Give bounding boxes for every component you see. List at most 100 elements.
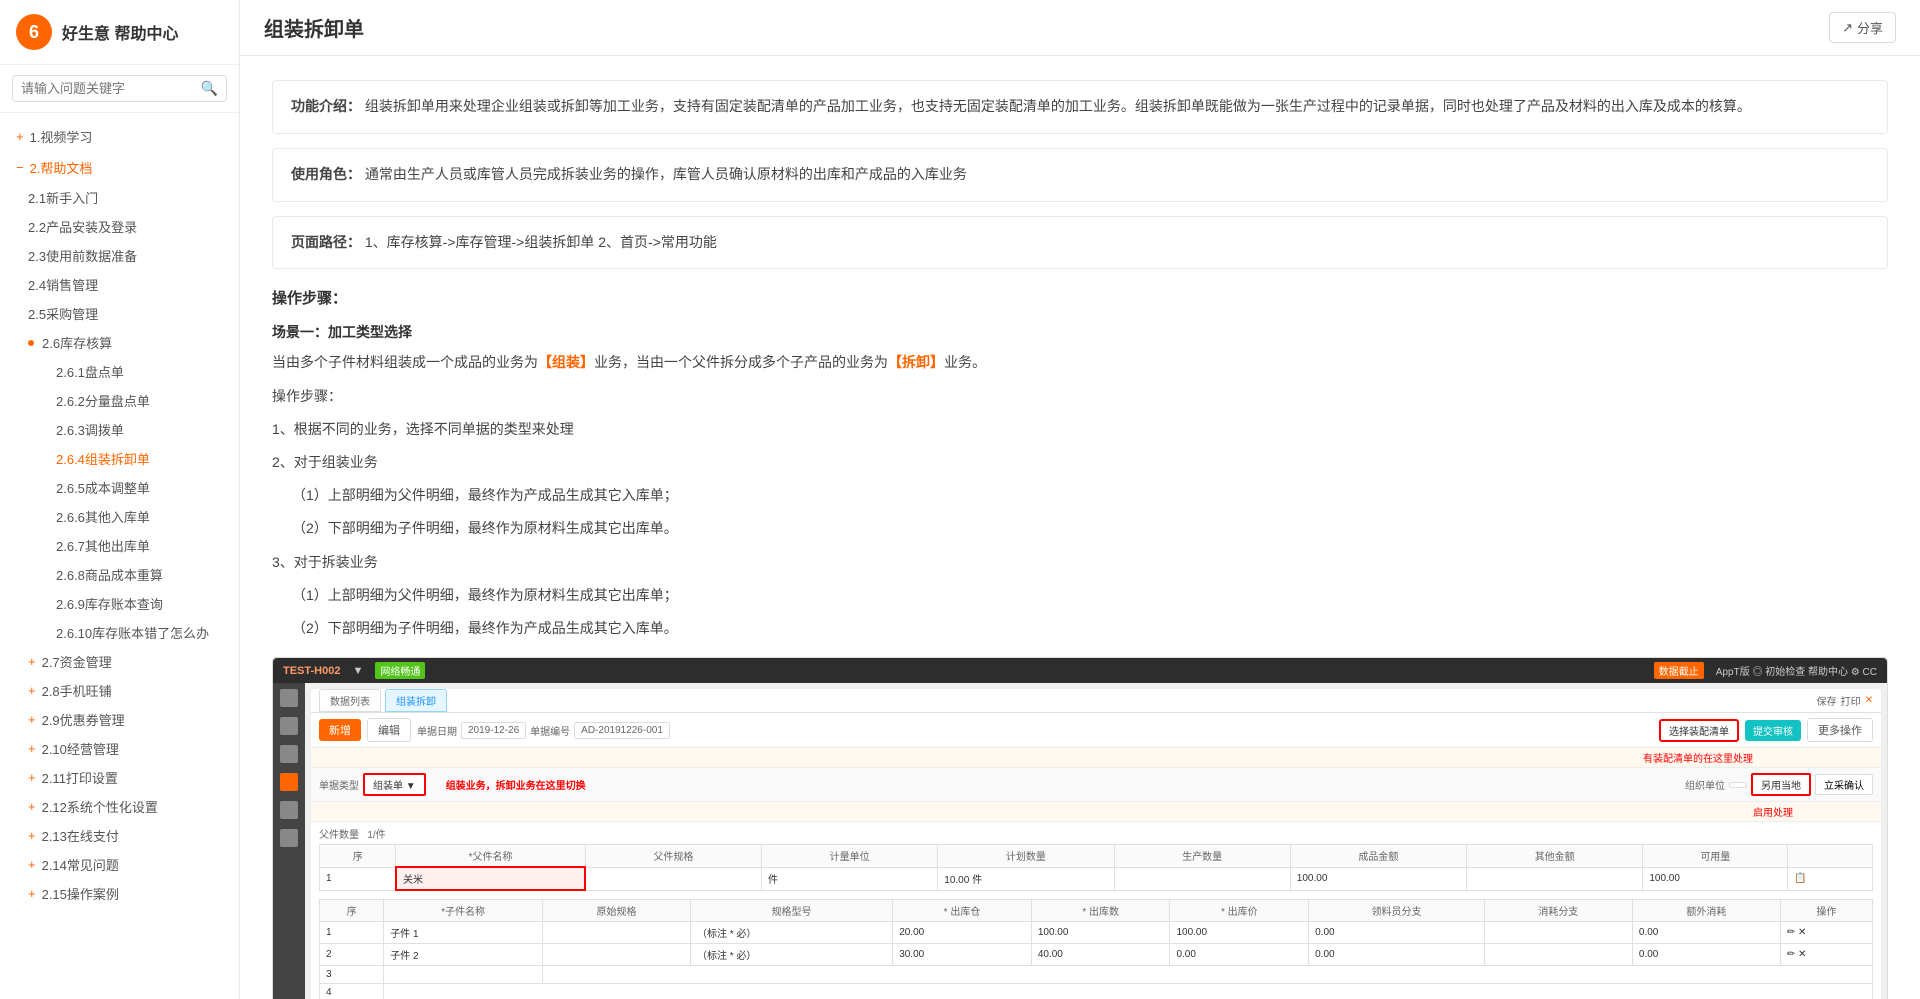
- mock-label-type: 单据类型: [319, 777, 359, 792]
- mock-upper-td-spec: [585, 867, 761, 890]
- mock-upper-td-unit: 件: [762, 867, 938, 890]
- mock-lrow1-6: 100.00: [1170, 922, 1309, 944]
- sidebar-item-2-3[interactable]: 2.3使用前数据准备: [28, 241, 239, 270]
- sidebar-item-2-6-4[interactable]: 2.6.4组装拆卸单: [56, 444, 239, 473]
- mock-yunyong: 另用当地: [1751, 773, 1811, 796]
- sidebar-item-2-13-label: 2.13在线支付: [42, 826, 119, 845]
- logo-area: 6 好生意 帮助中心: [0, 0, 239, 65]
- sidebar-item-2-12[interactable]: + 2.12系统个性化设置: [28, 792, 239, 821]
- mock-btn-more[interactable]: 更多操作: [1807, 718, 1873, 742]
- sidebar-item-2-13[interactable]: + 2.13在线支付: [28, 821, 239, 850]
- mock-lth-9: 额外消耗: [1632, 900, 1780, 922]
- mock-btn-confirm[interactable]: 立采确认: [1815, 774, 1873, 795]
- mock-lrow1-8: [1484, 922, 1632, 944]
- mock-lrow1-5: 100.00: [1031, 922, 1170, 944]
- mock-date-val: 2019-12-26: [461, 722, 526, 739]
- step3: 3、对于拆装业务: [272, 550, 1888, 575]
- mock-right-controls: 选择装配清单 提交审核 更多操作: [1659, 718, 1873, 742]
- mock-lrow1-9: 0.00: [1632, 922, 1780, 944]
- sidebar-item-2-1[interactable]: 2.1新手入门: [28, 183, 239, 212]
- sidebar-item-2-6-10-label: 2.6.10库存账本错了怎么办: [56, 623, 209, 642]
- sidebar-item-2-2[interactable]: 2.2产品安装及登录: [28, 212, 239, 241]
- mock-type-select[interactable]: 组装单 ▼: [363, 773, 426, 796]
- mock-upper-table-area: 父件数量 1/件 序 *父件名称 父件规格 计量单位 计划数量 生产数量: [311, 822, 1881, 895]
- sidebar-item-2-7[interactable]: + 2.7资金管理: [28, 647, 239, 676]
- expand-icon-2-13: +: [28, 828, 36, 843]
- search-icon[interactable]: 🔍: [201, 80, 218, 97]
- role-block: 使用角色： 通常由生产人员或库管人员完成拆装业务的操作，库管人员确认原材料的出库…: [272, 148, 1888, 202]
- mock-lower-row-4: 4: [320, 984, 1873, 999]
- sidebar-item-1-label: 1.视频学习: [30, 127, 93, 146]
- sidebar-item-2-6[interactable]: 2.6库存核算: [28, 328, 239, 357]
- sidebar-item-2[interactable]: − 2.帮助文档: [0, 152, 239, 183]
- mock-btn-new[interactable]: 新增: [319, 719, 361, 741]
- intro-block: 功能介绍： 组装拆卸单用来处理企业组装或拆卸等加工业务，支持有固定装配清单的产品…: [272, 80, 1888, 134]
- sidebar-item-2-11-label: 2.11打印设置: [42, 768, 118, 787]
- sidebar-item-2-6-5-label: 2.6.5成本调整单: [56, 478, 150, 497]
- sidebar-item-2-6-9[interactable]: 2.6.9库存账本查询: [56, 589, 239, 618]
- mock-upper-table: 序 *父件名称 父件规格 计量单位 计划数量 生产数量 成品金额 其他金额 可用…: [319, 844, 1873, 891]
- mock-lrow4-0: 4: [320, 984, 384, 999]
- search-input[interactable]: [21, 81, 201, 96]
- sidebar-item-2-6-8-label: 2.6.8商品成本重算: [56, 565, 163, 584]
- sidebar-item-1[interactable]: + 1.视频学习: [0, 121, 239, 152]
- sidebar-item-2-11[interactable]: + 2.11打印设置: [28, 763, 239, 792]
- sidebar-item-2-14[interactable]: + 2.14常见问题: [28, 850, 239, 879]
- mock-lrow1-10: ✏ ✕: [1780, 922, 1872, 944]
- mock-lth-8: 消耗分支: [1484, 900, 1632, 922]
- annotation-assembly: 有装配清单的在这里处理: [1643, 750, 1753, 765]
- mock-label-org: 组织单位: [1685, 777, 1725, 792]
- mock-btn-edit[interactable]: 编辑: [367, 718, 411, 742]
- sidebar-item-2-6-10[interactable]: 2.6.10库存账本错了怎么办: [56, 618, 239, 647]
- mock-billno-val: AD-20191226-001: [574, 722, 670, 739]
- sidebar-item-2-10[interactable]: + 2.10经营管理: [28, 734, 239, 763]
- mock-th-5: 生产数量: [1114, 845, 1290, 868]
- mock-lrow2-6: 0.00: [1170, 944, 1309, 966]
- mock-app-id: TEST-H002: [283, 665, 340, 677]
- scene1-desc: 当由多个子件材料组装成一个成品的业务为【组装】业务，当由一个父件拆分成多个子产品…: [272, 350, 1888, 375]
- sidebar-item-2-8-label: 2.8手机旺铺: [42, 681, 112, 700]
- mock-lower-table: 序 *子件名称 原始规格 规格型号 * 出库仓 * 出库数 * 出库价 领料员分…: [319, 899, 1873, 999]
- sidebar-item-2-10-label: 2.10经营管理: [42, 739, 119, 758]
- annotation-switch: 组装业务，拆卸业务在这里切换: [446, 777, 586, 792]
- mock-lrow3-1: [384, 966, 543, 984]
- step3-sub1: （1）上部明细为父件明细，最终作为原材料生成其它出库单；: [292, 583, 1888, 608]
- step2: 2、对于组装业务: [272, 450, 1888, 475]
- sidebar-item-2-8[interactable]: + 2.8手机旺铺: [28, 676, 239, 705]
- sidebar-item-2-6-5[interactable]: 2.6.5成本调整单: [56, 473, 239, 502]
- sidebar-item-2-6-2[interactable]: 2.6.2分量盘点单: [56, 386, 239, 415]
- sidebar-item-2-6-1-label: 2.6.1盘点单: [56, 362, 124, 381]
- content-area: 功能介绍： 组装拆卸单用来处理企业组装或拆卸等加工业务，支持有固定装配清单的产品…: [240, 56, 1920, 999]
- mock-lth-4: * 出库仓: [893, 900, 1032, 922]
- mock-lrow2-4: 30.00: [893, 944, 1032, 966]
- mock-upper-td-avail: 100.00: [1643, 867, 1788, 890]
- sidebar-item-2-6-6[interactable]: 2.6.6其他入库单: [56, 502, 239, 531]
- mock-upper-row-1: 1 关米 件 10.00 件 100.00 100.00 📋: [320, 867, 1873, 890]
- sidebar-item-2-6-1[interactable]: 2.6.1盘点单: [56, 357, 239, 386]
- role-label: 使用角色：: [291, 166, 361, 182]
- mock-lth-2: 原始规格: [543, 900, 691, 922]
- sidebar-item-2-6-8[interactable]: 2.6.8商品成本重算: [56, 560, 239, 589]
- sidebar-item-2-6-6-label: 2.6.6其他入库单: [56, 507, 150, 526]
- page-title: 组装拆卸单: [264, 13, 364, 42]
- sidebar: 6 好生意 帮助中心 🔍 + 1.视频学习 − 2.帮助文档 2.1新手入门 2…: [0, 0, 240, 999]
- sidebar-item-2-6-3[interactable]: 2.6.3调拨单: [56, 415, 239, 444]
- mock-lth-6: * 出库价: [1170, 900, 1309, 922]
- sidebar-item-2-9[interactable]: + 2.9优惠券管理: [28, 705, 239, 734]
- mock-status: ▼: [352, 665, 363, 677]
- mock-icon-2: [280, 717, 298, 735]
- expand-icon-2-10: +: [28, 741, 36, 756]
- sidebar-item-2-4[interactable]: 2.4销售管理: [28, 270, 239, 299]
- sidebar-item-2-6-7-label: 2.6.7其他出库单: [56, 536, 150, 555]
- sidebar-item-2-15[interactable]: + 2.15操作案例: [28, 879, 239, 908]
- mock-lrow1-3: （标注 * 必）: [690, 922, 892, 944]
- mock-lth-7: 领料员分支: [1309, 900, 1485, 922]
- sidebar-item-2-6-7[interactable]: 2.6.7其他出库单: [56, 531, 239, 560]
- share-button[interactable]: ↗ 分享: [1829, 12, 1896, 43]
- nav-sub-2-6: 2.6.1盘点单 2.6.2分量盘点单 2.6.3调拨单 2.6.4组装拆卸单 …: [28, 357, 239, 647]
- sidebar-item-2-1-label: 2.1新手入门: [28, 188, 98, 207]
- nav-sub-2: 2.1新手入门 2.2产品安装及登录 2.3使用前数据准备 2.4销售管理 2.…: [0, 183, 239, 908]
- expand-icon-2-12: +: [28, 799, 36, 814]
- sidebar-item-2-5[interactable]: 2.5采购管理: [28, 299, 239, 328]
- mock-btn-submit[interactable]: 提交审核: [1745, 720, 1801, 741]
